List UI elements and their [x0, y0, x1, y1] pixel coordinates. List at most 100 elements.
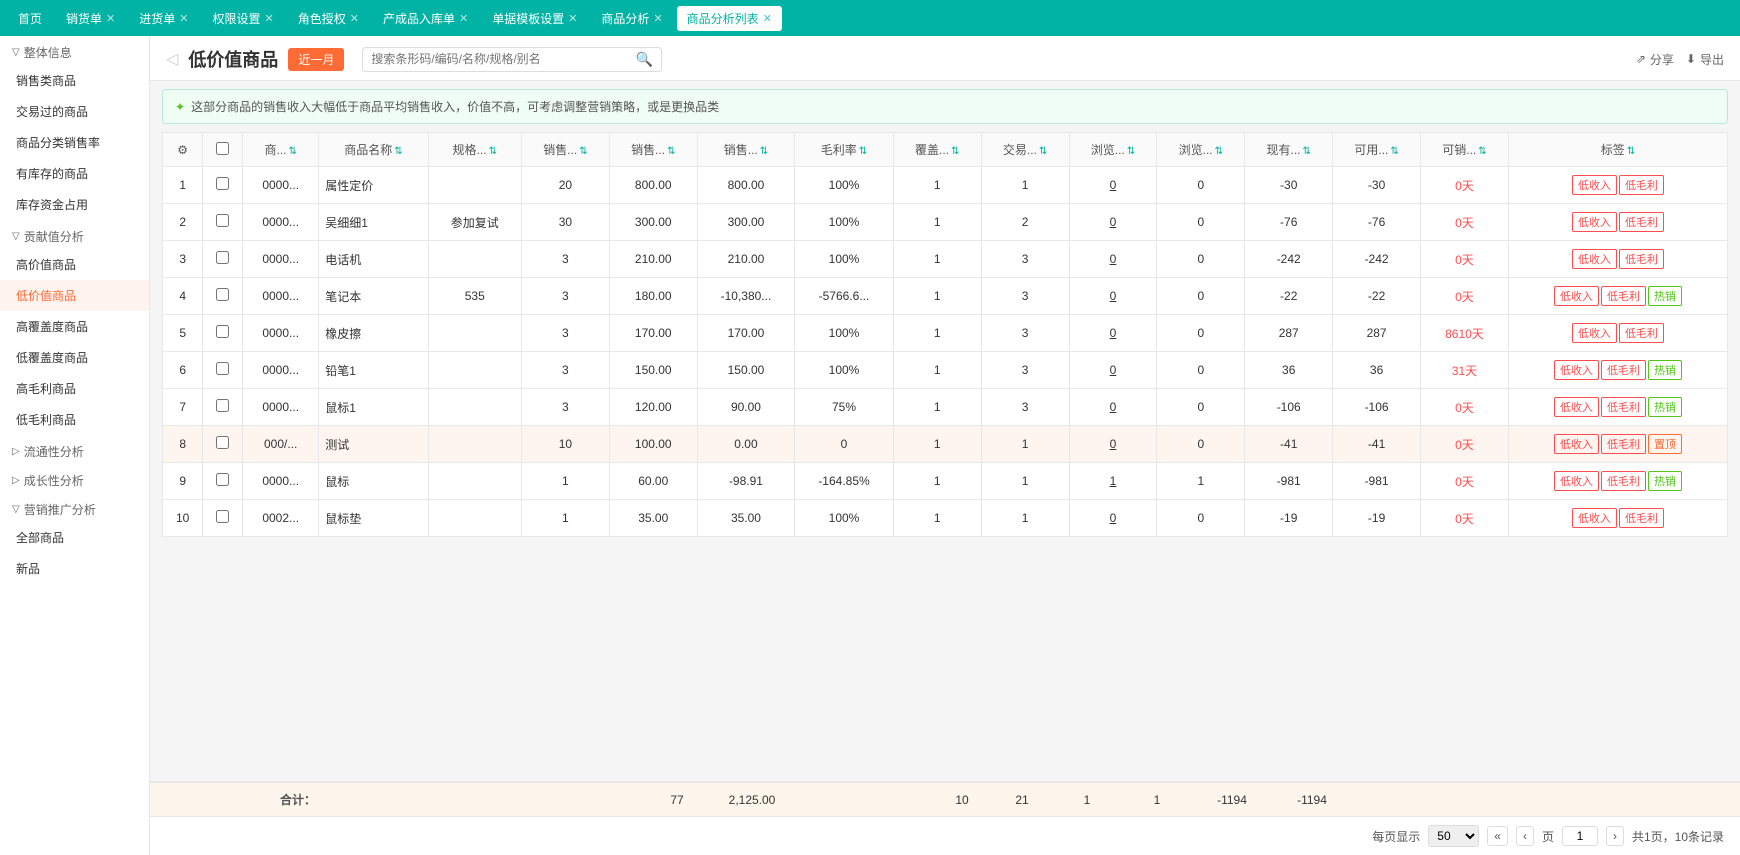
sidebar-item-all-goods[interactable]: 全部商品	[0, 522, 149, 553]
cell-view1[interactable]: 0	[1069, 352, 1157, 389]
row-checkbox[interactable]	[216, 325, 229, 338]
col-sale-price[interactable]: 销售...⇅	[609, 133, 697, 167]
sidebar-section-overall[interactable]: ▽ 整体信息	[0, 36, 149, 65]
col-code[interactable]: 商...⇅	[243, 133, 319, 167]
export-button[interactable]: ⬇ 导出	[1686, 51, 1724, 68]
pagination-next-btn[interactable]: ›	[1606, 826, 1624, 846]
sidebar-item-category-rate[interactable]: 商品分类销售率	[0, 127, 149, 158]
sidebar-item-high-coverage[interactable]: 高覆盖度商品	[0, 311, 149, 342]
col-view1[interactable]: 浏览...⇅	[1069, 133, 1157, 167]
tag: 低收入	[1572, 323, 1617, 343]
nav-role-auth[interactable]: 角色授权 ✕	[288, 6, 369, 31]
filter-recent-month[interactable]: 近一月	[288, 48, 344, 71]
cell-view1[interactable]: 0	[1069, 167, 1157, 204]
cell-checkbox[interactable]	[203, 204, 243, 241]
cell-checkbox[interactable]	[203, 167, 243, 204]
cell-view1[interactable]: 0	[1069, 241, 1157, 278]
cell-checkbox[interactable]	[203, 278, 243, 315]
col-trade[interactable]: 交易...⇅	[981, 133, 1069, 167]
sidebar-item-stock-capital[interactable]: 库存资金占用	[0, 189, 149, 220]
row-checkbox[interactable]	[216, 362, 229, 375]
nav-product-analysis[interactable]: 商品分析 ✕	[591, 6, 672, 31]
tag: 低收入	[1572, 212, 1617, 232]
sidebar-toggle-icon[interactable]: ◁	[166, 49, 178, 69]
nav-purchase[interactable]: 进货单 ✕	[129, 6, 198, 31]
nav-product-analysis-list[interactable]: 商品分析列表 ✕	[677, 6, 782, 31]
nav-product-analysis-close[interactable]: ✕	[653, 12, 662, 25]
sidebar-item-sales-goods[interactable]: 销售类商品	[0, 65, 149, 96]
nav-product-analysis-list-close[interactable]: ✕	[763, 12, 772, 25]
col-current[interactable]: 现有...⇅	[1245, 133, 1333, 167]
row-checkbox[interactable]	[216, 510, 229, 523]
nav-home[interactable]: 首页	[8, 6, 52, 31]
per-page-select[interactable]: 50 100 200	[1428, 825, 1479, 847]
col-sale-amount[interactable]: 销售...⇅	[697, 133, 795, 167]
cell-checkbox[interactable]	[203, 241, 243, 278]
col-sale-qty[interactable]: 销售...⇅	[521, 133, 609, 167]
pagination-first-btn[interactable]: «	[1487, 826, 1508, 846]
cell-sellable-days: 0天	[1421, 389, 1509, 426]
cell-checkbox[interactable]	[203, 389, 243, 426]
nav-permissions-close[interactable]: ✕	[265, 12, 274, 25]
sidebar-section-circulation[interactable]: ▷ 流通性分析	[0, 435, 149, 464]
cell-view1[interactable]: 0	[1069, 204, 1157, 241]
nav-product-in[interactable]: 产成品入库单 ✕	[373, 6, 478, 31]
sidebar-item-low-coverage[interactable]: 低覆盖度商品	[0, 342, 149, 373]
pagination-page-input[interactable]	[1562, 826, 1598, 846]
cell-view1[interactable]: 0	[1069, 278, 1157, 315]
sidebar-item-high-margin[interactable]: 高毛利商品	[0, 373, 149, 404]
cell-view1[interactable]: 0	[1069, 389, 1157, 426]
cell-view1[interactable]: 1	[1069, 463, 1157, 500]
cell-checkbox[interactable]	[203, 352, 243, 389]
row-checkbox[interactable]	[216, 436, 229, 449]
cell-sale-price: 170.00	[609, 315, 697, 352]
col-view2[interactable]: 浏览...⇅	[1157, 133, 1245, 167]
row-checkbox[interactable]	[216, 473, 229, 486]
cell-checkbox[interactable]	[203, 426, 243, 463]
nav-template-close[interactable]: ✕	[568, 12, 577, 25]
sidebar-section-contribution[interactable]: ▽ 贡献值分析	[0, 220, 149, 249]
sidebar-section-marketing[interactable]: ▽ 营销推广分析	[0, 493, 149, 522]
nav-template[interactable]: 单据模板设置 ✕	[482, 6, 587, 31]
col-coverage[interactable]: 覆盖...⇅	[893, 133, 981, 167]
row-checkbox[interactable]	[216, 214, 229, 227]
pagination-prev-btn[interactable]: ‹	[1516, 826, 1534, 846]
col-name[interactable]: 商品名称⇅	[319, 133, 428, 167]
cell-view1[interactable]: 0	[1069, 426, 1157, 463]
nav-sales-close[interactable]: ✕	[106, 12, 115, 25]
info-banner: ✦ 这部分商品的销售收入大幅低于商品平均销售收入，价值不高，可考虑调整营销策略，…	[162, 89, 1728, 124]
sidebar-item-low-value[interactable]: 低价值商品	[0, 280, 149, 311]
col-spec[interactable]: 规格...⇅	[428, 133, 521, 167]
cell-checkbox[interactable]	[203, 315, 243, 352]
col-tags[interactable]: 标签⇅	[1508, 133, 1727, 167]
cell-checkbox[interactable]	[203, 500, 243, 537]
cell-checkbox[interactable]	[203, 463, 243, 500]
col-sellable[interactable]: 可销...⇅	[1421, 133, 1509, 167]
row-checkbox[interactable]	[216, 177, 229, 190]
cell-view1[interactable]: 0	[1069, 500, 1157, 537]
sidebar-item-traded-goods[interactable]: 交易过的商品	[0, 96, 149, 127]
sidebar-section-growth[interactable]: ▷ 成长性分析	[0, 464, 149, 493]
col-checkbox[interactable]	[203, 133, 243, 167]
nav-permissions[interactable]: 权限设置 ✕	[202, 6, 283, 31]
nav-sales[interactable]: 销货单 ✕	[56, 6, 125, 31]
col-settings[interactable]: ⚙	[163, 133, 203, 167]
sidebar-item-new-goods[interactable]: 新品	[0, 553, 149, 584]
row-checkbox[interactable]	[216, 399, 229, 412]
nav-product-in-close[interactable]: ✕	[459, 12, 468, 25]
col-available[interactable]: 可用...⇅	[1333, 133, 1421, 167]
sidebar-item-low-margin[interactable]: 低毛利商品	[0, 404, 149, 435]
row-checkbox[interactable]	[216, 251, 229, 264]
search-input[interactable]	[371, 52, 632, 66]
summary-coverage: 10	[932, 793, 992, 807]
table-wrap[interactable]: ⚙ 商...⇅ 商品名称⇅ 规格...⇅ 销售...⇅ 销售...⇅ 销售...…	[150, 132, 1740, 781]
col-margin[interactable]: 毛利率⇅	[795, 133, 894, 167]
nav-purchase-close[interactable]: ✕	[179, 12, 188, 25]
sidebar-item-high-value[interactable]: 高价值商品	[0, 249, 149, 280]
cell-view1[interactable]: 0	[1069, 315, 1157, 352]
row-checkbox[interactable]	[216, 288, 229, 301]
share-button[interactable]: ⇗ 分享	[1636, 51, 1674, 68]
select-all-checkbox[interactable]	[216, 142, 229, 155]
sidebar-item-stock-goods[interactable]: 有库存的商品	[0, 158, 149, 189]
nav-role-auth-close[interactable]: ✕	[350, 12, 359, 25]
